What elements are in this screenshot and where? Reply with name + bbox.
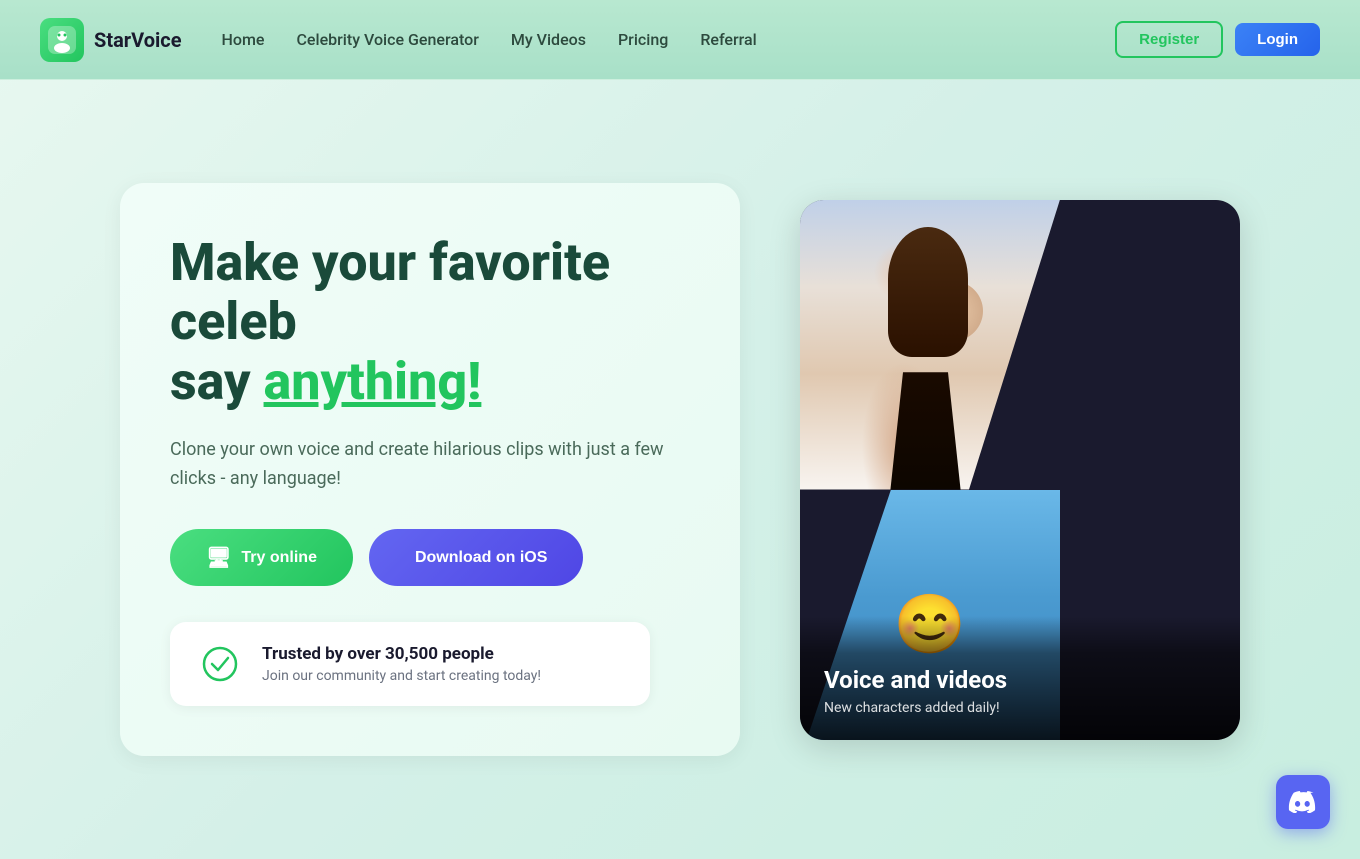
checkmark-icon	[198, 642, 242, 686]
download-ios-button[interactable]: Download on iOS	[369, 529, 583, 586]
trust-title: Trusted by over 30,500 people	[262, 644, 541, 664]
hero-title-line2-plain: say	[170, 351, 264, 412]
logo-link[interactable]: StarVoice	[40, 18, 182, 62]
nav-right: Register Login	[1115, 21, 1320, 58]
collage-card: 🟨 🌸 ⭐ 😊	[800, 200, 1240, 740]
nav-link-referral[interactable]: Referral	[700, 30, 756, 49]
main-container: Make your favorite celeb say anything! C…	[0, 80, 1360, 859]
collage-text-overlay: Voice and videos New characters added da…	[800, 616, 1240, 740]
nav-link-pricing[interactable]: Pricing	[618, 30, 668, 49]
hero-title: Make your favorite celeb say anything!	[170, 233, 690, 412]
cta-buttons: 🖥 Try online Download on iOS	[170, 529, 690, 586]
collage-subtitle: New characters added daily!	[824, 700, 1216, 716]
hero-title-highlight: anything!	[264, 351, 482, 412]
logo-text: StarVoice	[94, 28, 182, 52]
trust-badge: Trusted by over 30,500 people Join our c…	[170, 622, 650, 706]
hero-subtitle: Clone your own voice and create hilariou…	[170, 436, 690, 494]
hero-card: Make your favorite celeb say anything! C…	[120, 183, 740, 757]
nav-links: Home Celebrity Voice Generator My Videos…	[222, 30, 757, 49]
login-button[interactable]: Login	[1235, 23, 1320, 56]
nav-item-pricing[interactable]: Pricing	[618, 30, 668, 49]
nav-link-myvideos[interactable]: My Videos	[511, 30, 586, 49]
discord-fab-button[interactable]	[1276, 775, 1330, 829]
trust-subtitle: Join our community and start creating to…	[262, 668, 541, 684]
try-online-button[interactable]: 🖥 Try online	[170, 529, 353, 586]
nav-item-home[interactable]: Home	[222, 30, 265, 49]
register-button[interactable]: Register	[1115, 21, 1223, 58]
trust-text: Trusted by over 30,500 people Join our c…	[262, 644, 541, 684]
discord-icon	[1288, 791, 1318, 813]
collage-title: Voice and videos	[824, 666, 1216, 694]
nav-item-celebrity[interactable]: Celebrity Voice Generator	[296, 30, 478, 49]
hero-title-line1: Make your favorite celeb	[170, 232, 610, 353]
nav-link-celebrity[interactable]: Celebrity Voice Generator	[296, 30, 478, 49]
nav-item-myvideos[interactable]: My Videos	[511, 30, 586, 49]
nav-left: StarVoice Home Celebrity Voice Generator…	[40, 18, 757, 62]
nav-link-home[interactable]: Home	[222, 30, 265, 49]
logo-icon	[40, 18, 84, 62]
monitor-icon: 🖥	[206, 545, 231, 570]
nav-item-referral[interactable]: Referral	[700, 30, 756, 49]
navbar: StarVoice Home Celebrity Voice Generator…	[0, 0, 1360, 80]
